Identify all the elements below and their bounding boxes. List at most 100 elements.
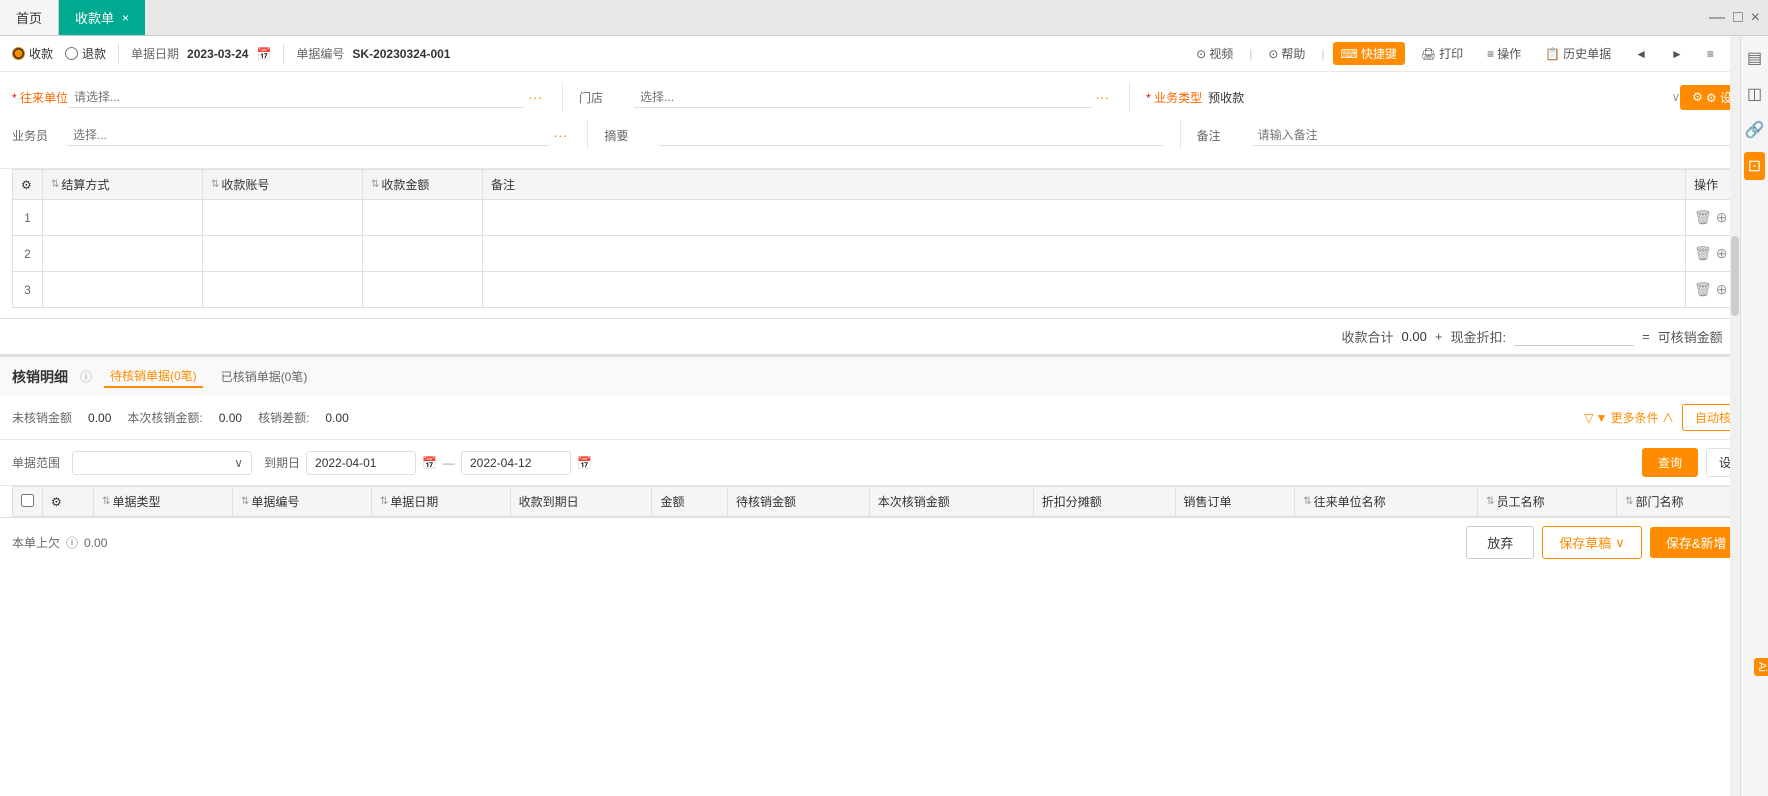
salesperson-more-btn[interactable]: ··· — [549, 127, 571, 143]
window-maximize-icon[interactable]: □ — [1733, 9, 1743, 27]
refund-radio[interactable]: 退款 — [65, 45, 106, 62]
help-icon: ⊙ — [1268, 47, 1278, 61]
scrollbar-area[interactable] — [1730, 36, 1740, 796]
nav-next-btn[interactable]: ► — [1663, 44, 1691, 64]
video-btn[interactable]: ⊙ 视频 — [1188, 42, 1241, 65]
right-sidebar: ▤ ◫ 🔗 ⊡ Ai — [1740, 36, 1768, 796]
range-select[interactable]: ∨ — [72, 451, 252, 475]
remark-cell-1[interactable] — [483, 200, 1686, 236]
amount-cell-1[interactable] — [363, 200, 483, 236]
ai-label[interactable]: Ai — [1754, 658, 1768, 676]
gear-col-header[interactable]: ⚙ — [13, 170, 43, 200]
amount-cell-3[interactable] — [363, 272, 483, 308]
gear-icon: ⚙ — [1692, 90, 1703, 104]
operation-icon: ≡ — [1487, 47, 1494, 61]
window-close-icon[interactable]: × — [1751, 9, 1760, 27]
sidebar-document-icon[interactable]: ◫ — [1743, 80, 1766, 108]
sep2 — [1129, 82, 1130, 112]
form-row-1: 往来单位 ··· 门店 ··· 业务类型 预收款 ∨ ⚙ ⚙ 设置 — [12, 82, 1756, 112]
store-input[interactable] — [634, 87, 1091, 108]
counterparty-col-header: ⇅ 往来单位名称 — [1295, 487, 1478, 517]
account-cell-2[interactable] — [203, 236, 363, 272]
scrollbar-thumb[interactable] — [1731, 236, 1739, 316]
counterparty-input[interactable] — [68, 87, 524, 108]
account-cell-1[interactable] — [203, 200, 363, 236]
footer-left: 本单上欠 ⓘ 0.00 — [12, 534, 107, 551]
salesperson-input[interactable] — [67, 125, 549, 146]
number-value: SK-20230324-001 — [352, 47, 450, 61]
receipt-table: ⚙ ⇅ 结算方式 ⇅ 收款账号 ⇅ 收款金额 备注 操作 — [12, 169, 1756, 308]
print-btn[interactable]: 🖨 打印 — [1413, 42, 1471, 65]
sales-order-col-header: 销售订单 — [1175, 487, 1295, 517]
date-dash: — — [443, 456, 455, 470]
due-date-end-input[interactable] — [461, 451, 571, 475]
range-dropdown-icon: ∨ — [234, 456, 243, 470]
nav-prev-btn[interactable]: ◄ — [1627, 44, 1655, 64]
table-gear-icon[interactable]: ⚙ — [21, 178, 32, 192]
delete-row-1-icon[interactable]: 🗑 — [1694, 209, 1712, 226]
account-cell-3[interactable] — [203, 272, 363, 308]
amount-cell-2[interactable] — [363, 236, 483, 272]
done-tab[interactable]: 已核销单据(0笔) — [215, 366, 314, 387]
business-type-dropdown[interactable]: ∨ — [1671, 90, 1680, 104]
toolbar-right: ⊙ 视频 | ⊙ 帮助 | ⌨ 快捷键 🖨 打印 ≡ 操作 📋 — [1188, 42, 1756, 65]
sidebar-active-icon[interactable]: ⊡ — [1744, 152, 1765, 180]
shortcut-btn[interactable]: ⌨ 快捷键 — [1333, 42, 1405, 65]
bottom-table-gear-icon[interactable]: ⚙ — [51, 495, 62, 509]
prev-info-icon[interactable]: ⓘ — [66, 534, 78, 551]
save-draft-btn[interactable]: 保存草稿 ∨ — [1542, 526, 1642, 559]
view-list-btn[interactable]: ≡ — [1699, 44, 1722, 64]
copy-row-3-icon[interactable]: ⊕ — [1716, 281, 1728, 298]
calendar-icon[interactable]: 📅 — [256, 47, 271, 61]
settlement-cell-1[interactable] — [43, 200, 203, 236]
settlement-cell-3[interactable] — [43, 272, 203, 308]
tab-home[interactable]: 首页 — [0, 0, 59, 35]
select-all-checkbox[interactable] — [21, 494, 34, 507]
divider2 — [283, 44, 284, 64]
summary-input[interactable] — [659, 125, 1163, 146]
unchecked-value: 0.00 — [88, 411, 111, 425]
counterparty-field: 往来单位 ··· — [12, 87, 546, 108]
store-more-btn[interactable]: ··· — [1091, 89, 1113, 105]
window-minimize-icon[interactable]: — — [1709, 9, 1725, 27]
salesperson-field: 业务员 ··· — [12, 125, 571, 146]
row-num-3: 3 — [13, 272, 43, 308]
tab-receipt-active[interactable]: 收款单 × — [59, 0, 145, 35]
discount-input[interactable] — [1514, 327, 1634, 346]
settlement-cell-2[interactable] — [43, 236, 203, 272]
remark-cell-3[interactable] — [483, 272, 1686, 308]
date-col-header: ⇅ 单据日期 — [371, 487, 510, 517]
remark-input[interactable] — [1252, 125, 1756, 146]
total-value: 0.00 — [1402, 329, 1427, 344]
more-conditions-btn[interactable]: ▽ ▼ 更多条件 ∧ — [1584, 409, 1674, 426]
current-value: 0.00 — [219, 411, 242, 425]
receipt-radio[interactable]: 收款 — [12, 45, 53, 62]
table-row: 2 🗑 ⊕ — [13, 236, 1756, 272]
help-btn[interactable]: ⊙ 帮助 — [1260, 42, 1313, 65]
query-btn[interactable]: 查询 — [1642, 448, 1698, 477]
tab-close-icon[interactable]: × — [122, 11, 129, 25]
history-btn[interactable]: 📋 历史单据 — [1537, 42, 1619, 65]
pending-tab[interactable]: 待核销单据(0笔) — [104, 365, 203, 388]
writeoff-info-icon[interactable]: ⓘ — [80, 368, 92, 385]
video-icon: ⊙ — [1196, 47, 1206, 61]
cal-end-icon[interactable]: 📅 — [577, 456, 592, 470]
checkbox-col-header[interactable] — [13, 487, 43, 517]
cal-start-icon[interactable]: 📅 — [422, 456, 437, 470]
remark-cell-2[interactable] — [483, 236, 1686, 272]
sidebar-table-icon[interactable]: ▤ — [1743, 44, 1766, 72]
discard-btn[interactable]: 放弃 — [1466, 526, 1534, 559]
copy-row-2-icon[interactable]: ⊕ — [1716, 245, 1728, 262]
delete-row-2-icon[interactable]: 🗑 — [1694, 245, 1712, 262]
counterparty-more-btn[interactable]: ··· — [524, 89, 546, 105]
copy-row-1-icon[interactable]: ⊕ — [1716, 209, 1728, 226]
keyboard-icon: ⌨ — [1341, 47, 1358, 61]
gear-col-header-bottom[interactable]: ⚙ — [43, 487, 94, 517]
pending-col-header: 待核销金额 — [727, 487, 869, 517]
business-type-value: 预收款 — [1202, 86, 1671, 109]
tab-bar-right: — □ × — [1709, 9, 1768, 27]
operation-btn[interactable]: ≡ 操作 — [1479, 42, 1529, 65]
delete-row-3-icon[interactable]: 🗑 — [1694, 281, 1712, 298]
due-date-start-input[interactable] — [306, 451, 416, 475]
sidebar-link-icon[interactable]: 🔗 — [1741, 116, 1768, 144]
